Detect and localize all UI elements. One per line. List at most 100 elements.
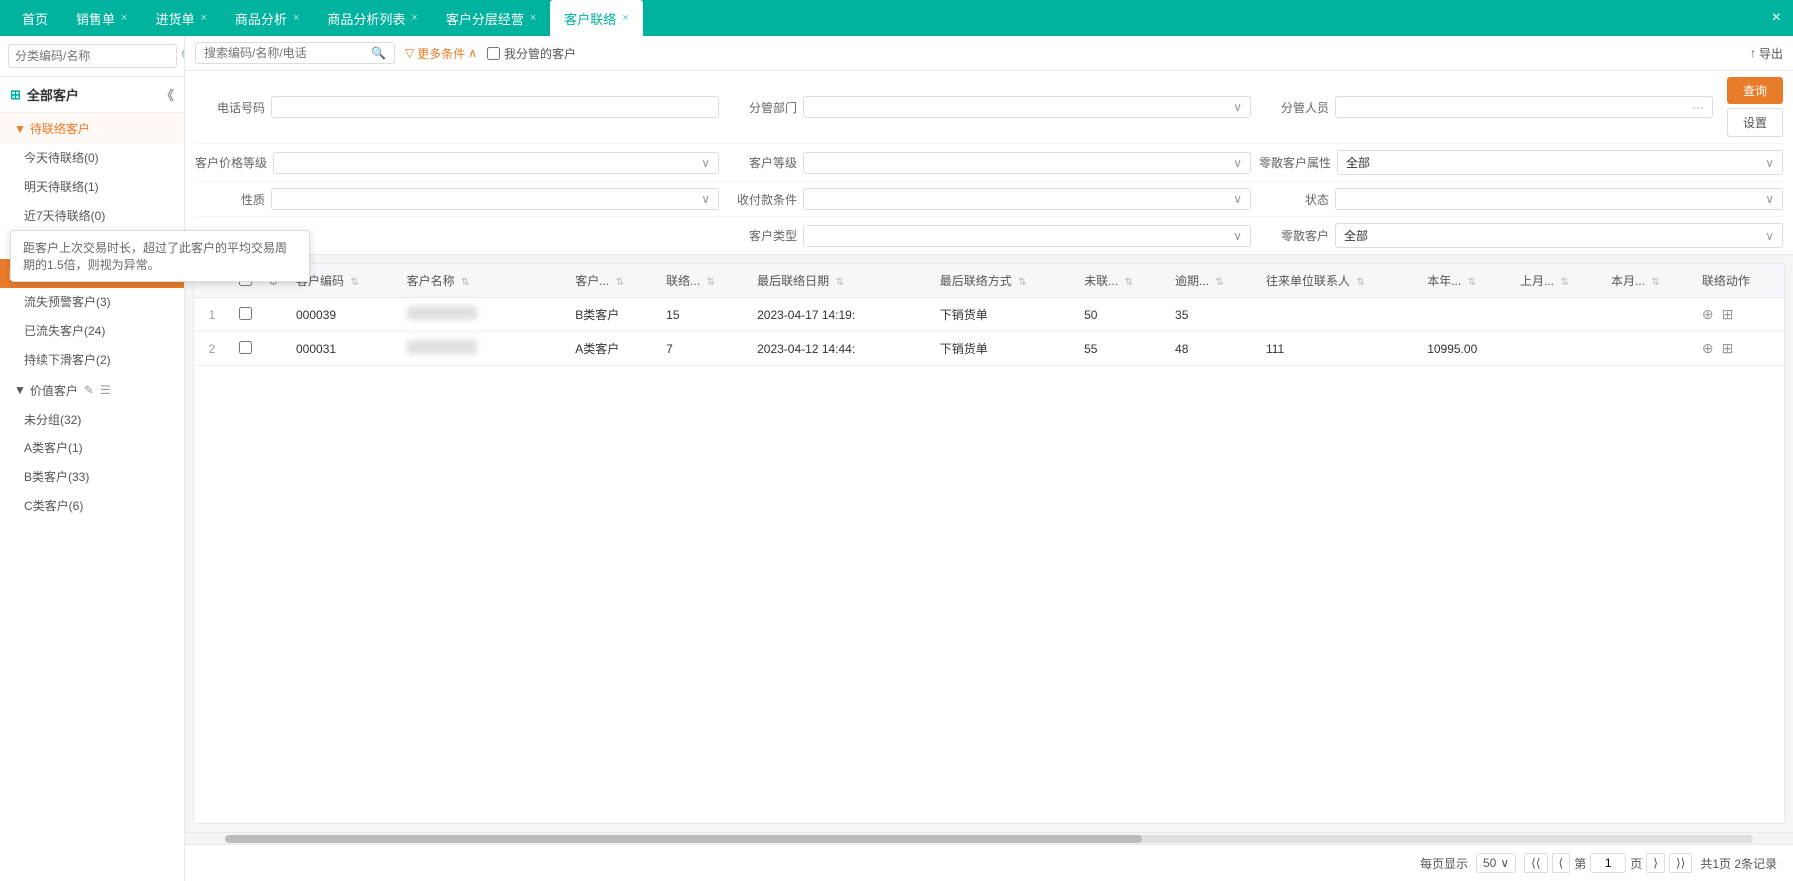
close-icon[interactable]: × [411,12,417,24]
row-checkbox[interactable] [239,307,252,320]
row-num: 2 [194,332,230,366]
nav-item-product-list[interactable]: 商品分析列表 × [313,0,431,36]
sort-icon[interactable]: ⇅ [461,277,469,288]
dots-icon[interactable]: ··· [1692,100,1704,114]
sidebar-item-b-class[interactable]: B类客户(33) [0,463,184,492]
per-page-select[interactable]: 50 ∨ [1476,853,1516,873]
contact-method-link[interactable]: 下销货单 [940,342,988,356]
sort-icon[interactable]: ⇅ [1356,277,1364,288]
nav-item-product-analysis[interactable]: 商品分析 × [221,0,313,36]
nature-select[interactable]: ∨ [271,188,719,210]
payment-select[interactable]: ∨ [803,188,1251,210]
sort-icon[interactable]: ⇅ [616,277,624,288]
settings-button[interactable]: 设置 [1727,108,1783,137]
th-last-contact-method: 最后联络方式 ⇅ [932,264,1076,298]
sidebar-item-c-class[interactable]: C类客户(6) [0,492,184,521]
th-this-year: 本年... ⇅ [1419,264,1512,298]
th-customer-level: 客户... ⇅ [567,264,658,298]
close-icon[interactable]: × [121,12,127,24]
query-button[interactable]: 查询 [1727,77,1783,104]
pagination-bar: 每页显示 50 ∨ ⟨⟨ ⟨ 第 页 ⟩ ⟩⟩ 共1页 2条记录 [185,844,1793,881]
next-page-button[interactable]: ⟩ [1646,853,1665,873]
last-page-button[interactable]: ⟩⟩ [1669,853,1692,873]
chevron-down-icon: ∨ [1233,100,1242,114]
page-number-input[interactable] [1590,853,1626,873]
filter-cell-status: 状态 ∨ [1259,188,1783,210]
more-conditions-button[interactable]: ▽ 更多条件 ∧ [405,45,477,62]
sidebar-item-loss-warning[interactable]: 流失预警客户(3) [0,288,184,317]
sidebar: 🔍 ⊞ 全部客户 《 ▼ 待联络客户 今天待联络(0) 明天待联络(1) 近7天… [0,36,185,881]
contact-method-link[interactable]: 下销货单 [940,308,988,322]
prev-page-button[interactable]: ⟨ [1552,853,1571,873]
chevron-down-icon: ∨ [1233,229,1242,243]
per-page-label: 每页显示 [1420,855,1468,872]
person-select[interactable]: ··· [1335,96,1713,118]
scattered2-select[interactable]: 全部 ∨ [1335,223,1783,248]
contact-icon[interactable]: ⊕ [1702,306,1714,323]
edit-icon[interactable]: ✎ [84,383,94,397]
close-icon[interactable]: × [293,12,299,24]
phone-input[interactable] [271,96,719,118]
export-button[interactable]: ↑ 导出 [1750,45,1783,62]
scattered-label: 零散客户属性 [1259,154,1331,171]
sort-icon[interactable]: ⇅ [1651,277,1659,288]
page-nav: ⟨⟨ ⟨ 第 页 ⟩ ⟩⟩ [1524,853,1692,873]
sidebar-item-tomorrow[interactable]: 明天待联络(1) [0,173,184,202]
nav-item-purchase[interactable]: 进货单 × [141,0,220,36]
sort-icon[interactable]: ⇅ [1215,277,1223,288]
sidebar-all-customers[interactable]: ⊞ 全部客户 《 [0,77,184,113]
nav-item-home[interactable]: 首页 [8,0,62,36]
nav-item-sales[interactable]: 销售单 × [62,0,141,36]
contact-icon[interactable]: ⊕ [1702,340,1714,357]
nav-item-customer-segment[interactable]: 客户分层经营 × [432,0,550,36]
main-search-input[interactable] [204,46,367,60]
sidebar-item-ungrouped[interactable]: 未分组(32) [0,406,184,435]
sidebar-item-lost[interactable]: 已流失客户(24) [0,317,184,346]
close-all-button[interactable]: × [1772,9,1781,27]
sort-icon[interactable]: ⇅ [835,277,843,288]
sidebar-group-value[interactable]: ▼ 价值客户 ✎ ☰ [0,375,184,406]
dept-label: 分管部门 [727,99,797,116]
scattered-select[interactable]: 全部 ∨ [1337,150,1783,175]
sidebar-search-input[interactable] [8,44,177,68]
th-this-month: 本月... ⇅ [1603,264,1694,298]
sidebar-group-pending[interactable]: ▼ 待联络客户 [0,113,184,144]
sort-icon[interactable]: ⇅ [707,277,715,288]
customer-type-select[interactable]: ∨ [803,225,1251,247]
sort-icon[interactable]: ⇅ [1468,277,1476,288]
close-icon[interactable]: × [622,12,628,24]
sort-icon[interactable]: ⇅ [1560,277,1568,288]
first-page-button[interactable]: ⟨⟨ [1524,853,1547,873]
customer-level-select[interactable]: ∨ [803,152,1251,174]
row-checkbox-cell [230,332,260,366]
row-checkbox[interactable] [239,341,252,354]
sidebar-item-today[interactable]: 今天待联络(0) [0,144,184,173]
manage-icon[interactable]: ☰ [100,383,111,397]
sidebar-item-declining[interactable]: 持续下滑客户(2) [0,346,184,375]
my-customer-checkbox[interactable] [487,47,500,60]
arrow-icon: ▼ [14,383,26,397]
scrollbar-track [225,835,1753,843]
more-action-icon[interactable]: ⊞ [1722,340,1734,357]
nav-item-customer-contact[interactable]: 客户联络 × [550,0,642,36]
close-icon[interactable]: × [200,12,206,24]
page-label: 第 [1574,855,1586,872]
sort-icon[interactable]: ⇅ [1018,277,1026,288]
search-icon[interactable]: 🔍 [371,46,386,60]
row-this-month [1603,332,1694,366]
sidebar-item-a-class[interactable]: A类客户(1) [0,434,184,463]
row-settings-cell [260,332,288,366]
close-icon[interactable]: × [530,12,536,24]
horizontal-scrollbar[interactable] [185,832,1793,844]
sort-icon[interactable]: ⇅ [1124,277,1132,288]
price-level-select[interactable]: ∨ [273,152,719,174]
more-action-icon[interactable]: ⊞ [1722,306,1734,323]
row-checkbox-cell [230,298,260,332]
dept-select[interactable]: ∨ [803,96,1251,118]
sort-icon[interactable]: ⇅ [350,277,358,288]
row-this-month [1603,298,1694,332]
sidebar-item-7days[interactable]: 近7天待联络(0) [0,202,184,231]
page-suffix: 页 [1630,855,1642,872]
status-select[interactable]: ∨ [1335,188,1783,210]
scrollbar-thumb[interactable] [225,835,1142,843]
